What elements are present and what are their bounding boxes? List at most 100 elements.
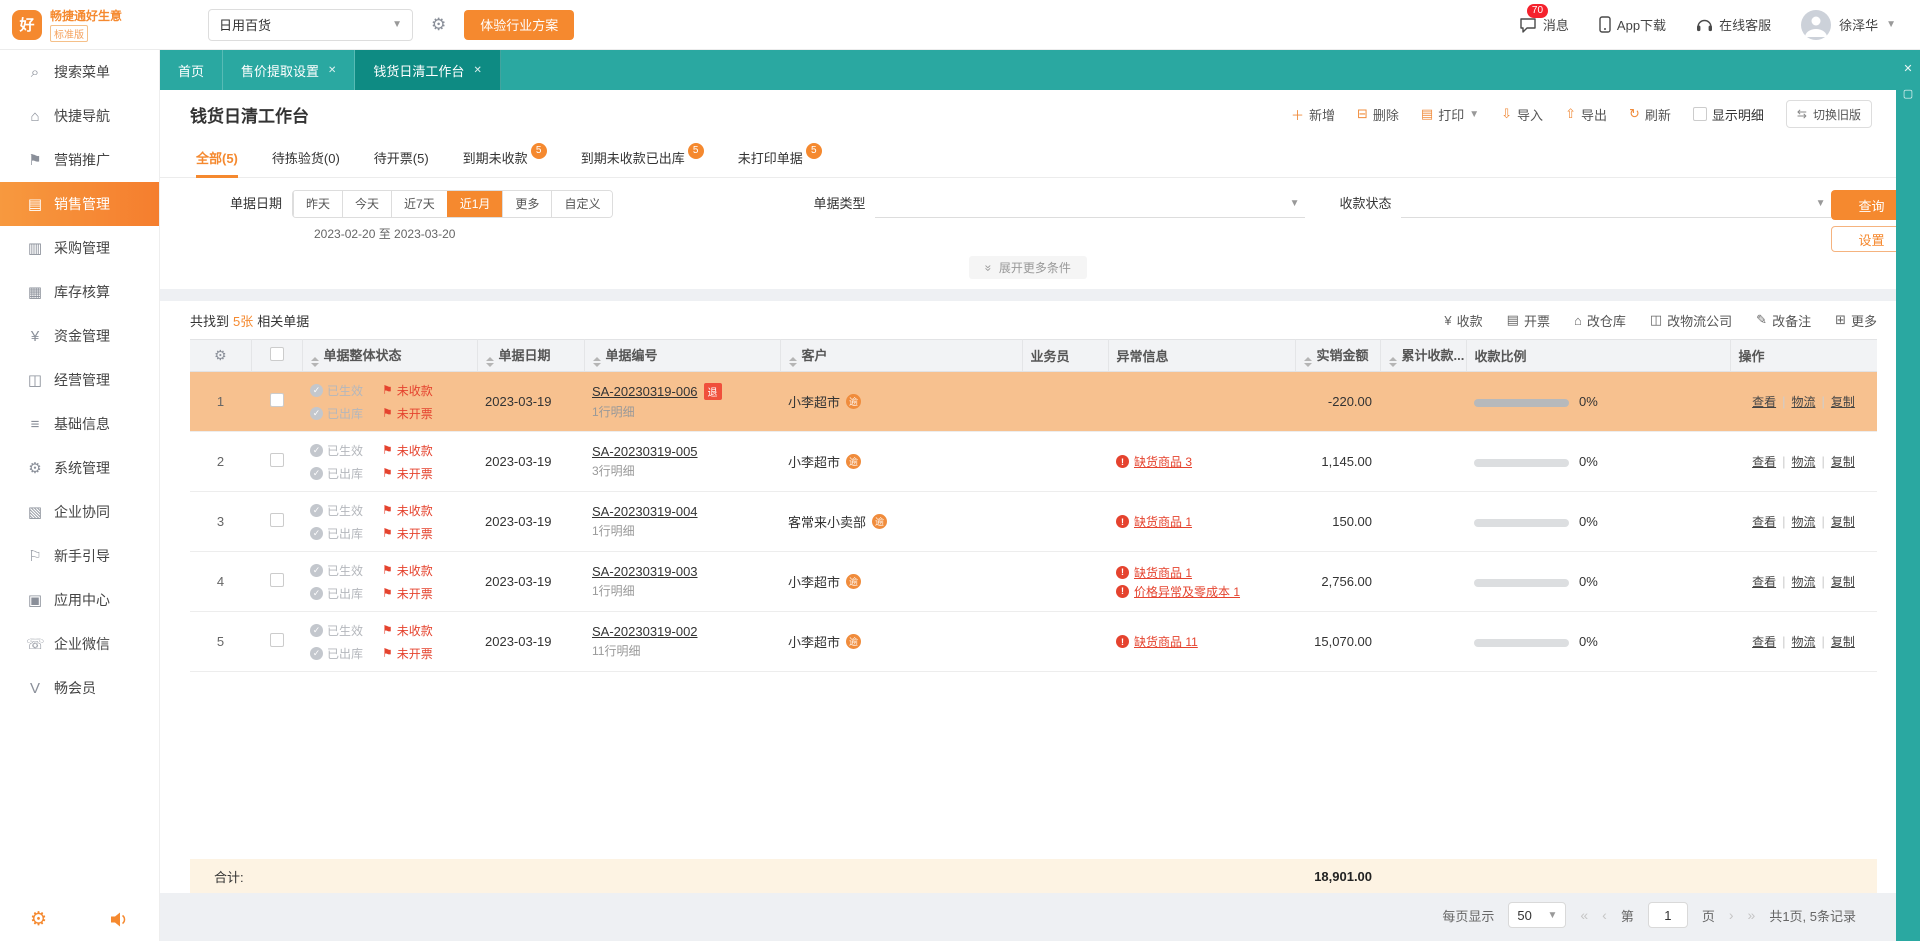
- batch-action-button[interactable]: ⊞ 更多: [1835, 311, 1877, 330]
- table-row[interactable]: 5 ✓ 已生效 ⚑ 未收款 ✓ 已出库 ⚑ 未开票 2023-03-19 SA-…: [190, 611, 1877, 672]
- batch-action-button[interactable]: ¥ 收款: [1444, 311, 1482, 330]
- copy-link[interactable]: 复制: [1831, 455, 1855, 469]
- category-select[interactable]: 日用百货 ▼: [208, 8, 413, 41]
- filter-tab[interactable]: 全部(5): [196, 138, 238, 178]
- date-quick-option[interactable]: 近1月: [446, 191, 503, 217]
- row-checkbox[interactable]: [269, 393, 284, 407]
- logistics-link[interactable]: 物流: [1791, 395, 1815, 409]
- sidebar-item[interactable]: ⌕ 搜索菜单: [0, 50, 159, 94]
- toolbar-action-button[interactable]: ↻ 刷新 ▼: [1629, 105, 1671, 124]
- date-range-value[interactable]: 2023-02-20 至 2023-03-20: [314, 225, 613, 242]
- customer-name[interactable]: 小李超市: [788, 452, 840, 471]
- filter-tab[interactable]: 未打印单据 5: [738, 138, 822, 178]
- column-header[interactable]: 操作: [1730, 339, 1877, 372]
- select-all-checkbox[interactable]: [269, 347, 284, 361]
- column-header[interactable]: 收款比例: [1466, 339, 1731, 372]
- row-checkbox[interactable]: [269, 573, 284, 587]
- show-detail-toggle[interactable]: 显示明细: [1692, 105, 1764, 124]
- fullscreen-icon[interactable]: ▢: [1903, 87, 1913, 100]
- view-link[interactable]: 查看: [1752, 575, 1776, 589]
- announcement-speaker-icon[interactable]: [110, 912, 129, 927]
- expand-more-button[interactable]: » 展开更多条件: [969, 256, 1087, 279]
- customer-name[interactable]: 小李超市: [788, 632, 840, 651]
- pay-status-select[interactable]: ▼: [1401, 190, 1832, 218]
- column-header[interactable]: 单据整体状态: [302, 339, 478, 372]
- doc-number-link[interactable]: SA-20230319-006: [592, 384, 698, 399]
- exception-link[interactable]: 缺货商品 1: [1134, 564, 1192, 581]
- industry-plan-button[interactable]: 体验行业方案: [464, 9, 575, 40]
- copy-link[interactable]: 复制: [1831, 395, 1855, 409]
- switch-old-version-button[interactable]: ⇆ 切换旧版: [1785, 100, 1872, 128]
- row-checkbox[interactable]: [269, 513, 284, 527]
- copy-link[interactable]: 复制: [1831, 575, 1855, 589]
- view-link[interactable]: 查看: [1752, 455, 1776, 469]
- sidebar-item[interactable]: ☏ 企业微信: [0, 622, 159, 666]
- toolbar-action-button[interactable]: ▤ 打印 ▼: [1421, 105, 1479, 124]
- sort-icon[interactable]: [592, 356, 601, 367]
- logistics-link[interactable]: 物流: [1791, 635, 1815, 649]
- column-header[interactable]: 异常信息: [1108, 339, 1296, 372]
- row-checkbox[interactable]: [269, 453, 284, 467]
- batch-action-button[interactable]: ◫ 改物流公司: [1650, 311, 1732, 330]
- app-download-button[interactable]: App下载: [1599, 15, 1666, 34]
- exception-link[interactable]: 缺货商品 3: [1134, 453, 1192, 470]
- table-row[interactable]: 4 ✓ 已生效 ⚑ 未收款 ✓ 已出库 ⚑ 未开票 2023-03-19 SA-…: [190, 551, 1877, 612]
- batch-action-button[interactable]: ▤ 开票: [1507, 311, 1550, 330]
- date-quick-option[interactable]: 近7天: [391, 191, 447, 217]
- customer-name[interactable]: 小李超市: [788, 392, 840, 411]
- view-link[interactable]: 查看: [1752, 395, 1776, 409]
- sidebar-item[interactable]: ▤ 销售管理: [0, 182, 159, 226]
- doc-type-select[interactable]: ▼: [875, 190, 1306, 218]
- tab-close-icon[interactable]: ✕: [328, 65, 336, 76]
- logistics-link[interactable]: 物流: [1791, 515, 1815, 529]
- customer-name[interactable]: 客常来小卖部: [788, 512, 866, 531]
- exception-link[interactable]: 价格异常及零成本 1: [1134, 583, 1240, 600]
- sort-icon[interactable]: [485, 356, 494, 367]
- doc-number-link[interactable]: SA-20230319-005: [592, 444, 698, 459]
- sidebar-item[interactable]: V 畅会员: [0, 666, 159, 710]
- date-quick-option[interactable]: 今天: [342, 191, 392, 217]
- column-header[interactable]: 客户: [780, 339, 1023, 372]
- batch-action-button[interactable]: ✎ 改备注: [1756, 311, 1811, 330]
- column-settings-header[interactable]: ⚙: [190, 339, 252, 372]
- logistics-link[interactable]: 物流: [1791, 575, 1815, 589]
- filter-tab[interactable]: 到期未收款已出库 5: [581, 138, 704, 178]
- sidebar-item[interactable]: ▦ 库存核算: [0, 270, 159, 314]
- sidebar-item[interactable]: ⚙ 系统管理: [0, 446, 159, 490]
- sidebar-item[interactable]: ≡ 基础信息: [0, 402, 159, 446]
- user-menu[interactable]: 徐泽华 ▼: [1801, 9, 1896, 40]
- sidebar-item[interactable]: ⚐ 新手引导: [0, 534, 159, 578]
- doc-number-link[interactable]: SA-20230319-003: [592, 564, 698, 579]
- date-quick-option[interactable]: 更多: [502, 191, 552, 217]
- document-tab[interactable]: 钱货日清工作台 ✕: [355, 50, 501, 90]
- filter-tab[interactable]: 待开票(5): [374, 138, 429, 178]
- filter-tab[interactable]: 待拣验货(0): [272, 138, 340, 178]
- toolbar-action-button[interactable]: ⇧ 导出 ▼: [1565, 105, 1607, 124]
- gear-icon[interactable]: ⚙: [431, 15, 446, 35]
- next-page-icon[interactable]: ›: [1729, 907, 1734, 923]
- row-checkbox[interactable]: [269, 633, 284, 647]
- document-tab[interactable]: 首页 ✕: [160, 50, 224, 90]
- view-link[interactable]: 查看: [1752, 515, 1776, 529]
- messages-button[interactable]: 70 消息: [1519, 4, 1569, 34]
- column-header[interactable]: 单据日期: [477, 339, 585, 372]
- sidebar-item[interactable]: ▧ 企业协同: [0, 490, 159, 534]
- view-link[interactable]: 查看: [1752, 635, 1776, 649]
- select-all-header[interactable]: [251, 339, 303, 372]
- settings-gear-icon[interactable]: ⚙: [30, 908, 47, 931]
- customer-name[interactable]: 小李超市: [788, 572, 840, 591]
- table-row[interactable]: 3 ✓ 已生效 ⚑ 未收款 ✓ 已出库 ⚑ 未开票 2023-03-19 SA-…: [190, 491, 1877, 552]
- toolbar-action-button[interactable]: ⊟ 删除 ▼: [1357, 105, 1399, 124]
- table-row[interactable]: 1 ✓ 已生效 ⚑ 未收款 ✓ 已出库 ⚑ 未开票 2023-03-19 SA-…: [190, 371, 1877, 432]
- document-tab[interactable]: 售价提取设置 ✕: [223, 50, 356, 90]
- batch-action-button[interactable]: ⌂ 改仓库: [1574, 311, 1626, 330]
- sidebar-item[interactable]: ⌂ 快捷导航: [0, 94, 159, 138]
- sort-icon[interactable]: [310, 356, 319, 367]
- gear-icon[interactable]: ⚙: [214, 347, 227, 363]
- copy-link[interactable]: 复制: [1831, 635, 1855, 649]
- show-detail-checkbox[interactable]: [1692, 107, 1707, 121]
- sort-icon[interactable]: [788, 356, 797, 367]
- table-row[interactable]: 2 ✓ 已生效 ⚑ 未收款 ✓ 已出库 ⚑ 未开票 2023-03-19 SA-…: [190, 431, 1877, 492]
- column-header[interactable]: 实销金额: [1295, 339, 1381, 372]
- sidebar-item[interactable]: ▥ 采购管理: [0, 226, 159, 270]
